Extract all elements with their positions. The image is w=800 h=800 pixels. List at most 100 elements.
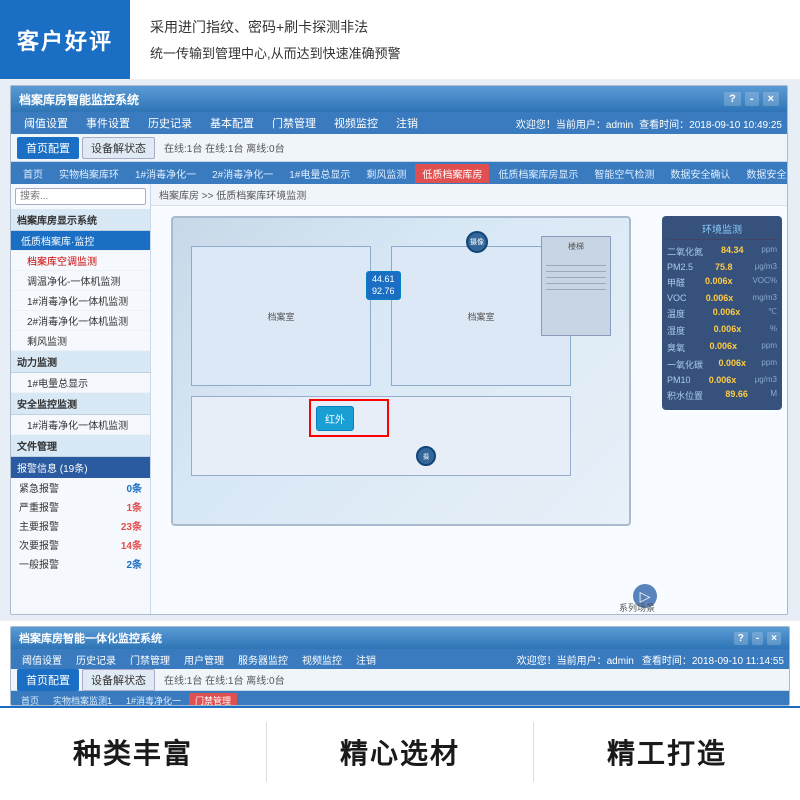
sw1-title: 档案库房智能监控系统 — [19, 91, 724, 108]
sidebar-item-lowq[interactable]: 低质档案库·监控 — [11, 231, 150, 251]
env-pm10: PM10 0.006x μg/m3 — [667, 374, 777, 386]
sw2-controls[interactable]: ? - × — [734, 632, 781, 645]
menu-threshold[interactable]: 阈值设置 — [16, 113, 76, 133]
floorplan: 档案室 档案室 楼梯 — [171, 216, 631, 526]
toolbar-home[interactable]: 首页配置 — [17, 137, 79, 159]
ad-item-2: 精心选材 — [267, 732, 533, 772]
sw1-controls[interactable]: ? - × — [724, 92, 779, 106]
user-info: 欢迎您！当前用户：admin — [516, 116, 633, 131]
ad-text-3: 精工打造 — [534, 732, 800, 772]
ad-item-1: 种类丰富 — [0, 732, 266, 772]
ad-item-3: 精工打造 — [534, 732, 800, 772]
sw2-tab-door[interactable]: 门禁管理 — [189, 693, 237, 707]
ad-banner: 种类丰富 精心选材 精工打造 — [0, 706, 800, 796]
alarm-row-major: 主要报警 23条 — [11, 516, 150, 535]
sidebar-sec-security: 安全监控监测 — [11, 393, 150, 415]
sw2-user-info: 欢迎您！当前用户：admin — [517, 652, 634, 667]
sw2-min[interactable]: - — [752, 632, 763, 645]
sw2-menubar-right: 欢迎您！当前用户：admin 查看时间：2018-09-10 11:14:55 — [517, 652, 784, 667]
env-panel: 环境监测 二氧化氮 84.34 ppm PM2.5 75.8 μg/m3 — [662, 216, 782, 410]
tab-datasec[interactable]: 数据安全确认 — [663, 164, 737, 183]
alarm-row-minor: 次要报警 14条 — [11, 535, 150, 554]
sidebar-item-purify[interactable]: 调温净化-一体机监测 — [11, 271, 150, 291]
sw2-tab-physical[interactable]: 实物档案监测1 — [47, 693, 118, 707]
tab-lowq-show[interactable]: 低质档案库房显示 — [491, 164, 585, 183]
sw2-toolbar-home[interactable]: 首页配置 — [17, 669, 79, 691]
tab-sterilize2[interactable]: 2#消毒净化一 — [205, 164, 280, 183]
env-ozone: 臭氧 0.006x ppm — [667, 340, 777, 355]
sw2-toolbar: 首页配置 设备解状态 在线:1台 在线:1台 离线:0台 — [11, 669, 789, 691]
selection-box — [309, 399, 389, 437]
sidebar-sec-system: 档案库房显示系统 — [11, 209, 150, 231]
tab-lowq-active[interactable]: 低质档案库房 — [415, 164, 489, 183]
sw2-menu-history[interactable]: 历史记录 — [70, 651, 122, 668]
tab-home[interactable]: 首页 — [16, 164, 50, 183]
sw2-title: 档案库房智能一体化监控系统 — [19, 630, 162, 646]
tab-air[interactable]: 智能空气检测 — [587, 164, 661, 183]
top-banner: 客户好评 采用进门指纹、密码+刷卡探测非法 统一传输到管理中心,从而达到快速准确… — [0, 0, 800, 80]
tab-power[interactable]: 1#电量总显示 — [282, 164, 357, 183]
tab-wind[interactable]: 剩风监测 — [359, 164, 413, 183]
menu-logout[interactable]: 注销 — [388, 113, 426, 133]
menubar-right: 欢迎您！当前用户：admin 查看时间：2018-09-10 10:49:25 — [516, 116, 782, 131]
sw1-menubar: 阈值设置 事件设置 历史记录 基本配置 门禁管理 视频监控 注销 欢迎您！当前用… — [11, 112, 787, 134]
env-title: 环境监测 — [667, 221, 777, 240]
sidebar-item-wind[interactable]: 剩风监测 — [11, 331, 150, 351]
sw2-help[interactable]: ? — [734, 632, 748, 645]
help-btn[interactable]: ? — [724, 92, 741, 106]
sw2-menubar: 阈值设置 历史记录 门禁管理 用户管理 服务器监控 视频监控 注销 欢迎您！当前… — [11, 649, 789, 669]
tab-sterilize1[interactable]: 1#消毒净化一 — [128, 164, 203, 183]
sw2-menu-video[interactable]: 视频监控 — [296, 651, 348, 668]
sw2-tab-sterilize[interactable]: 1#消毒净化一 — [120, 693, 187, 707]
room-stairs: 楼梯 — [541, 236, 611, 336]
toolbar-device[interactable]: 设备解状态 — [82, 137, 155, 159]
sw2-datetime: 查看时间：2018-09-10 11:14:55 — [642, 652, 784, 667]
breadcrumb: 档案库房 >> 低质档案库环境监测 — [151, 184, 787, 206]
minimize-btn[interactable]: - — [745, 92, 759, 106]
sidebar-sec-power: 动力监测 — [11, 351, 150, 373]
sensor-camera2: 摄 — [416, 446, 436, 466]
sw2-menu-door[interactable]: 门禁管理 — [124, 651, 176, 668]
alarm-row-urgent: 紧急报警 0条 — [11, 478, 150, 497]
env-water: 积水位置 89.66 M — [667, 388, 777, 403]
sidebar-item-s1[interactable]: 1#消毒净化一体机监测 — [11, 291, 150, 311]
sw2-close[interactable]: × — [767, 632, 781, 645]
env-co: 一氧化碳 0.006x ppm — [667, 357, 777, 372]
sw2-menu-server[interactable]: 服务器监控 — [232, 651, 294, 668]
sw2-navtabs: 首页 实物档案监测1 1#消毒净化一 门禁管理 — [11, 691, 789, 706]
env-humidity: 湿度 0.006x % — [667, 323, 777, 338]
sidebar-search-input[interactable] — [15, 188, 146, 205]
sw1-titlebar: 档案库房智能监控系统 ? - × — [11, 86, 787, 112]
tab-physical[interactable]: 实物档案库环 — [52, 164, 126, 183]
sw2-menu-threshold[interactable]: 阈值设置 — [16, 651, 68, 668]
menu-history[interactable]: 历史记录 — [140, 113, 200, 133]
env-voc: VOC 0.006x mg/m3 — [667, 292, 777, 304]
banner-line1: 采用进门指纹、密码+刷卡探测非法 — [150, 17, 780, 37]
badge: 客户好评 — [0, 0, 130, 79]
menu-event[interactable]: 事件设置 — [78, 113, 138, 133]
sw2-toolbar-device[interactable]: 设备解状态 — [82, 669, 155, 691]
env-pm25: PM2.5 75.8 μg/m3 — [667, 261, 777, 273]
ad-text-2: 精心选材 — [267, 732, 533, 772]
sidebar-item-s2[interactable]: 2#消毒净化一体机监测 — [11, 311, 150, 331]
sw2-titlebar: 档案库房智能一体化监控系统 ? - × — [11, 627, 789, 649]
menu-basic[interactable]: 基本配置 — [202, 113, 262, 133]
tab-monitor[interactable]: 数据安全监测 — [739, 164, 787, 183]
sw1-sidebar: 档案库房显示系统 低质档案库·监控 档案库空调监测 调温净化-一体机监测 1#消… — [11, 184, 151, 615]
close-btn[interactable]: × — [763, 92, 779, 106]
sidebar-item-ac[interactable]: 档案库空调监测 — [11, 251, 150, 271]
alarm-row-severe: 严重报警 1条 — [11, 497, 150, 516]
sidebar-item-power[interactable]: 1#电量总显示 — [11, 373, 150, 393]
sw-frame-1: 档案库房智能监控系统 ? - × 阈值设置 事件设置 历史记录 基本配置 门禁管… — [10, 85, 788, 615]
alarm-section-header: 报警信息 (19条) — [11, 457, 150, 478]
sw1-main: 档案库房 >> 低质档案库环境监测 档案室 档案室 — [151, 184, 787, 615]
alarm-row-general: 一般报警 2条 — [11, 554, 150, 573]
sw1-toolbar: 首页配置 设备解状态 在线:1台 在线:1台 离线:0台 — [11, 134, 787, 162]
sw2-menu-user[interactable]: 用户管理 — [178, 651, 230, 668]
menu-door[interactable]: 门禁管理 — [264, 113, 324, 133]
sw2-tab-home[interactable]: 首页 — [15, 693, 45, 707]
vis-area: 档案室 档案室 楼梯 — [151, 206, 787, 615]
sidebar-item-sec[interactable]: 1#消毒净化一体机监测 — [11, 415, 150, 435]
sw2-menu-logout[interactable]: 注销 — [350, 651, 382, 668]
menu-video[interactable]: 视频监控 — [326, 113, 386, 133]
